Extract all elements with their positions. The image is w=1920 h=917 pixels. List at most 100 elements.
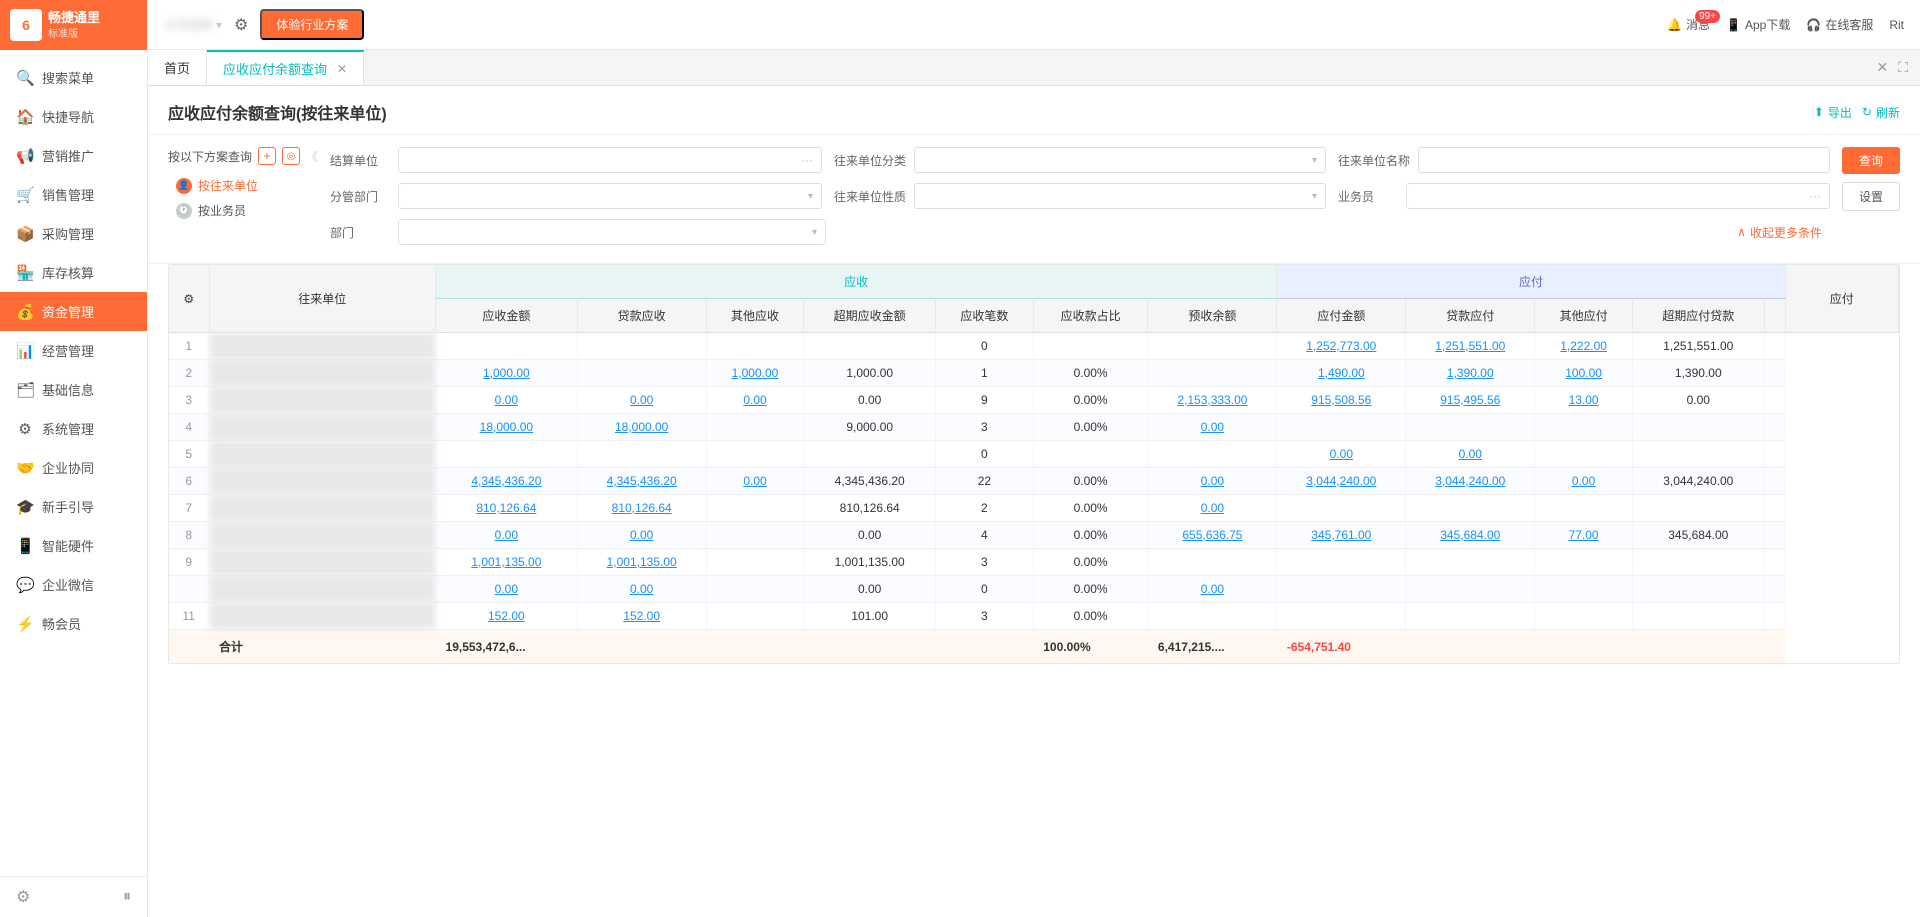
ap-loan-cell[interactable]: 345,684.00 — [1406, 522, 1535, 549]
ar-loan-cell[interactable]: 0.00 — [577, 387, 706, 414]
sidebar-item-hardware[interactable]: 📱 智能硬件 — [0, 526, 147, 565]
ar-advance-cell[interactable] — [1148, 441, 1277, 468]
ap-amount-cell[interactable]: 3,044,240.00 — [1277, 468, 1406, 495]
ap-amount-cell[interactable]: 1,252,773.00 — [1277, 333, 1406, 360]
ar-amount-cell[interactable]: 152.00 — [436, 603, 578, 630]
ap-loan-cell[interactable] — [1406, 414, 1535, 441]
footer-ar-amount[interactable]: 19,553,472,6... — [436, 630, 578, 664]
sidebar-item-system[interactable]: ⚙ 系统管理 — [0, 409, 147, 448]
ap-loan-cell[interactable] — [1406, 549, 1535, 576]
ar-other-cell[interactable]: 1,000.00 — [706, 360, 804, 387]
sidebar-item-search-menu[interactable]: 🔍 搜索菜单 — [0, 58, 147, 97]
ar-other-cell[interactable] — [706, 441, 804, 468]
promo-button[interactable]: 体验行业方案 — [260, 9, 364, 40]
tab-ar-ap-query[interactable]: 应收应付余额查询 ✕ — [207, 50, 364, 85]
ap-other-cell[interactable] — [1535, 495, 1633, 522]
export-button[interactable]: ⬆ 导出 — [1814, 104, 1852, 121]
ap-amount-cell[interactable]: 0.00 — [1277, 441, 1406, 468]
ap-other-cell[interactable] — [1535, 441, 1633, 468]
ar-other-cell[interactable] — [706, 549, 804, 576]
footer-ar-advance[interactable]: 6,417,215.... — [1148, 630, 1277, 664]
sidebar-item-cooperation[interactable]: 🤝 企业协同 — [0, 448, 147, 487]
ar-amount-cell[interactable] — [436, 333, 578, 360]
ap-loan-cell[interactable] — [1406, 576, 1535, 603]
ap-loan-cell[interactable]: 1,390.00 — [1406, 360, 1535, 387]
ap-loan-cell[interactable]: 0.00 — [1406, 441, 1535, 468]
ar-amount-cell[interactable]: 18,000.00 — [436, 414, 578, 441]
ap-loan-cell[interactable]: 3,044,240.00 — [1406, 468, 1535, 495]
ap-amount-cell[interactable] — [1277, 603, 1406, 630]
ar-amount-cell[interactable]: 0.00 — [436, 387, 578, 414]
header-gear-icon[interactable]: ⚙ — [234, 15, 248, 35]
query-button[interactable]: 查询 — [1842, 147, 1900, 174]
table-settings-header[interactable]: ⚙ — [169, 265, 209, 333]
sidebar-item-wechat[interactable]: 💬 企业微信 — [0, 565, 147, 604]
expand-tab-btn[interactable]: ⛶ — [1898, 59, 1908, 76]
ap-loan-cell[interactable]: 915,495.56 — [1406, 387, 1535, 414]
ar-other-cell[interactable] — [706, 522, 804, 549]
collapse-sidebar-btn[interactable]: ⏸ — [123, 888, 131, 906]
ar-loan-cell[interactable] — [577, 441, 706, 468]
ar-loan-cell[interactable] — [577, 333, 706, 360]
ar-amount-cell[interactable]: 810,126.64 — [436, 495, 578, 522]
sidebar-item-inventory[interactable]: 🏪 库存核算 — [0, 253, 147, 292]
ar-loan-cell[interactable]: 0.00 — [577, 522, 706, 549]
ar-advance-cell[interactable]: 0.00 — [1148, 576, 1277, 603]
ar-other-cell[interactable] — [706, 603, 804, 630]
ar-loan-cell[interactable] — [577, 360, 706, 387]
tab-home[interactable]: 首页 — [148, 50, 207, 85]
ar-other-cell[interactable] — [706, 333, 804, 360]
ar-advance-cell[interactable] — [1148, 360, 1277, 387]
ap-other-cell[interactable] — [1535, 576, 1633, 603]
online-service-button[interactable]: 🎧 在线客服 — [1806, 16, 1873, 33]
sidebar-item-guide[interactable]: 🎓 新手引导 — [0, 487, 147, 526]
scheme-option-salesperson[interactable]: 🕐 按业务员 — [168, 198, 318, 223]
ar-advance-cell[interactable]: 0.00 — [1148, 468, 1277, 495]
ap-amount-cell[interactable]: 345,761.00 — [1277, 522, 1406, 549]
division-dept-input[interactable]: ▾ — [398, 183, 822, 209]
ar-amount-cell[interactable]: 4,345,436.20 — [436, 468, 578, 495]
scheme-nav-btn[interactable]: 《 — [306, 148, 318, 165]
ar-other-cell[interactable]: 0.00 — [706, 468, 804, 495]
department-input[interactable]: ▾ — [398, 219, 826, 245]
ar-advance-cell[interactable] — [1148, 603, 1277, 630]
ar-other-cell[interactable] — [706, 495, 804, 522]
ap-amount-cell[interactable]: 1,490.00 — [1277, 360, 1406, 387]
partner-nature-input[interactable]: ▾ — [914, 183, 1326, 209]
ar-advance-cell[interactable] — [1148, 549, 1277, 576]
sidebar-item-purchase[interactable]: 📦 采购管理 — [0, 214, 147, 253]
ap-loan-cell[interactable] — [1406, 495, 1535, 522]
scheme-settings-btn[interactable]: ◎ — [282, 147, 300, 165]
ar-advance-cell[interactable] — [1148, 333, 1277, 360]
notice-button[interactable]: 🔔 消息 99+ — [1667, 16, 1710, 33]
ar-advance-cell[interactable]: 655,636.75 — [1148, 522, 1277, 549]
ar-loan-cell[interactable]: 18,000.00 — [577, 414, 706, 441]
ap-amount-cell[interactable] — [1277, 576, 1406, 603]
ar-advance-cell[interactable]: 2,153,333.00 — [1148, 387, 1277, 414]
ar-loan-cell[interactable]: 810,126.64 — [577, 495, 706, 522]
settlement-unit-input[interactable]: ··· — [398, 147, 822, 173]
scheme-add-btn[interactable]: + — [258, 147, 276, 165]
sidebar-item-quick-nav[interactable]: 🏠 快捷导航 — [0, 97, 147, 136]
ap-loan-cell[interactable] — [1406, 603, 1535, 630]
ap-amount-cell[interactable]: 915,508.56 — [1277, 387, 1406, 414]
ar-loan-cell[interactable]: 1,001,135.00 — [577, 549, 706, 576]
ap-amount-cell[interactable] — [1277, 414, 1406, 441]
sidebar-item-member[interactable]: ⚡ 畅会员 — [0, 604, 147, 643]
sidebar-item-operations[interactable]: 📊 经营管理 — [0, 331, 147, 370]
ap-other-cell[interactable] — [1535, 603, 1633, 630]
ar-amount-cell[interactable]: 1,001,135.00 — [436, 549, 578, 576]
ar-other-cell[interactable] — [706, 414, 804, 441]
ar-advance-cell[interactable]: 0.00 — [1148, 414, 1277, 441]
sidebar-item-marketing[interactable]: 📢 营销推广 — [0, 136, 147, 175]
sidebar-item-basic-info[interactable]: 🗂 基础信息 — [0, 370, 147, 409]
ar-other-cell[interactable] — [706, 576, 804, 603]
app-download-button[interactable]: 📱 App下载 — [1726, 16, 1790, 33]
ap-other-cell[interactable]: 13.00 — [1535, 387, 1633, 414]
ar-amount-cell[interactable]: 0.00 — [436, 576, 578, 603]
sidebar-item-sales[interactable]: 🛒 销售管理 — [0, 175, 147, 214]
ar-amount-cell[interactable]: 0.00 — [436, 522, 578, 549]
ar-advance-cell[interactable]: 0.00 — [1148, 495, 1277, 522]
tab-close-icon[interactable]: ✕ — [337, 62, 347, 76]
close-tab-btn[interactable]: ✕ — [1876, 59, 1888, 76]
